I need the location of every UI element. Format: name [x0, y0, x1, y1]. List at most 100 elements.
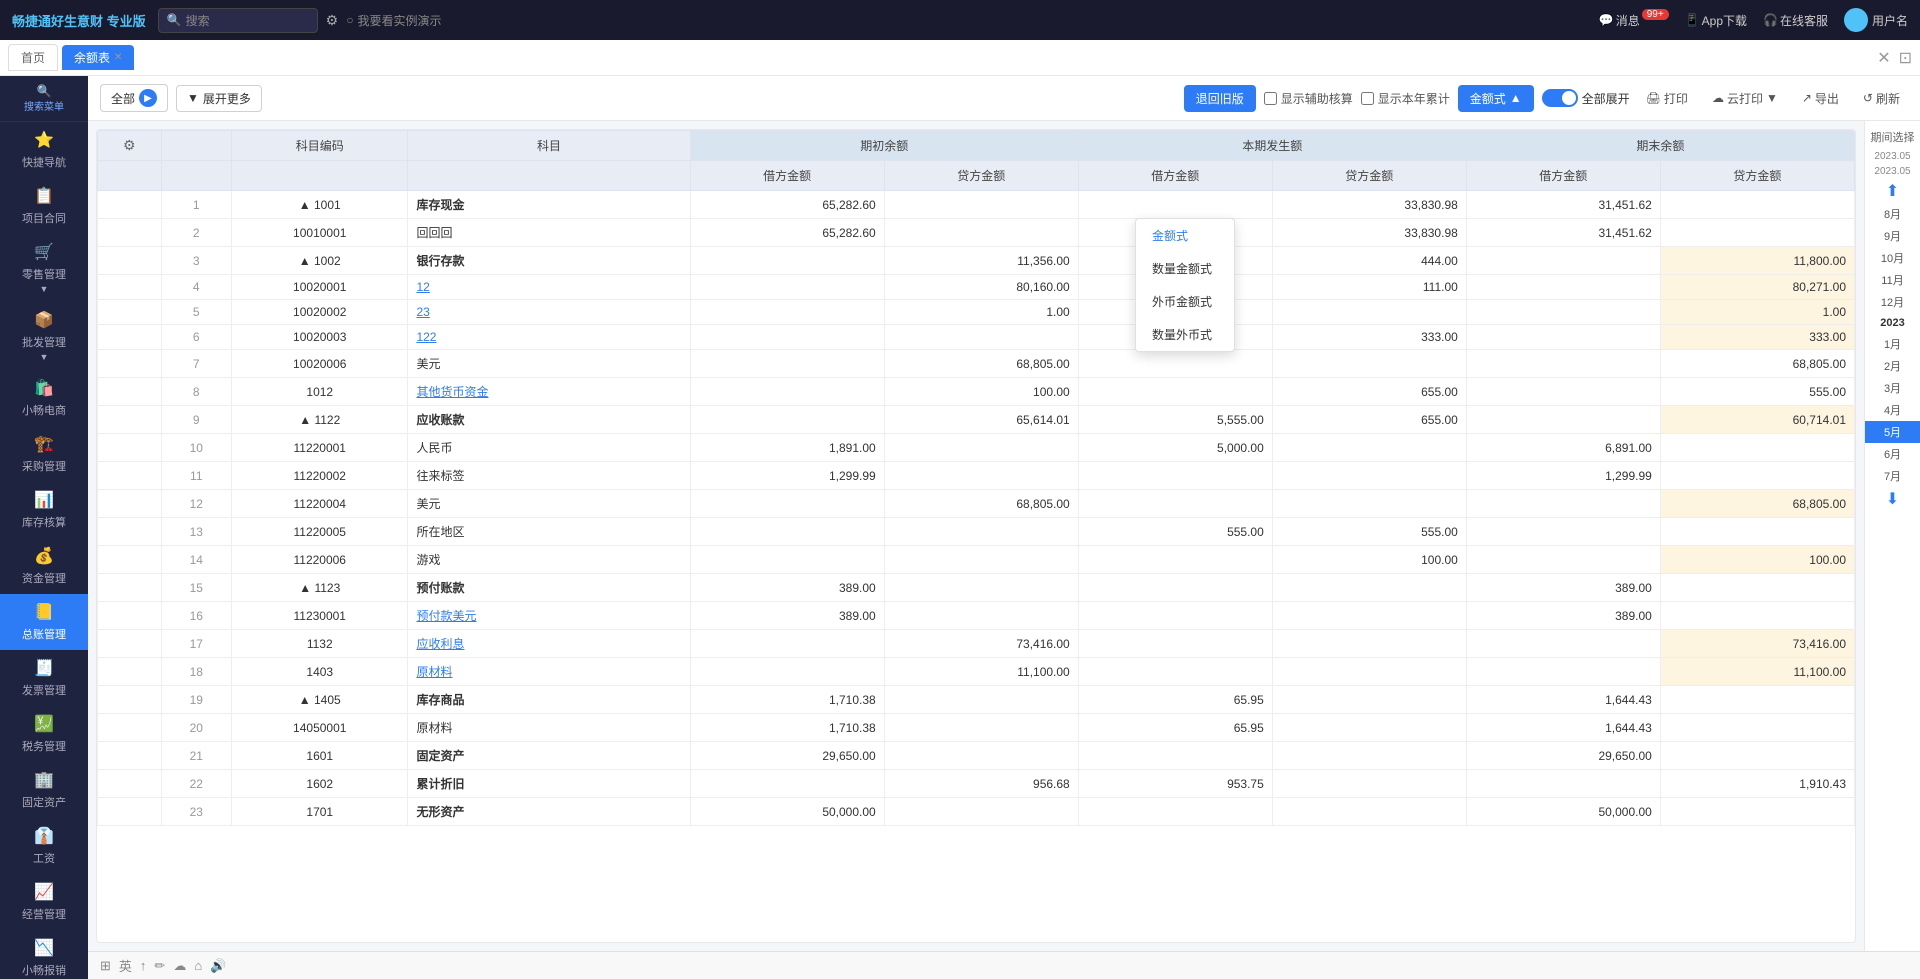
- dropdown-item-foreign-amount[interactable]: 外币金额式: [1136, 285, 1234, 318]
- month-12[interactable]: 12月: [1865, 291, 1920, 313]
- sidebar-search[interactable]: 🔍 搜索菜单: [0, 76, 88, 122]
- message-btn[interactable]: 💬 消息 99+: [1599, 12, 1669, 29]
- sidebar-item-project[interactable]: 📋 项目合同: [0, 178, 88, 234]
- return-old-btn[interactable]: 退回旧版: [1184, 85, 1256, 112]
- home-icon[interactable]: ⌂: [194, 958, 202, 973]
- expand-more-btn[interactable]: ▼ 展开更多: [176, 85, 262, 112]
- online-service-btn[interactable]: 🎧 在线客服: [1763, 12, 1828, 29]
- row-subject-col[interactable]: 应收利息: [408, 630, 690, 658]
- row-subject-col[interactable]: 12: [408, 275, 690, 300]
- toggle-control[interactable]: [1542, 89, 1578, 107]
- tab-close-icon[interactable]: ✕: [114, 52, 122, 63]
- export-btn[interactable]: ↗ 导出: [1794, 86, 1847, 111]
- row-subject-col[interactable]: 预付款美元: [408, 602, 690, 630]
- sidebar-item-quick-nav[interactable]: ⭐ 快捷导航: [0, 122, 88, 178]
- up-icon[interactable]: ↑: [140, 958, 147, 973]
- month-6[interactable]: 6月: [1865, 443, 1920, 465]
- month-2[interactable]: 2月: [1865, 355, 1920, 377]
- cloud2-icon[interactable]: ☁: [173, 958, 186, 974]
- tab-home[interactable]: 首页: [8, 44, 58, 71]
- auxiliary-checkbox-input[interactable]: [1264, 92, 1277, 105]
- expand-all-toggle[interactable]: 全部展开: [1542, 89, 1630, 107]
- sidebar-item-expense[interactable]: 📉 小畅报销: [0, 930, 88, 979]
- month-3[interactable]: 3月: [1865, 377, 1920, 399]
- settings-gear-icon[interactable]: ⚙: [123, 137, 136, 153]
- window-maximize-icon[interactable]: ⊡: [1899, 48, 1912, 68]
- month-1[interactable]: 1月: [1865, 333, 1920, 355]
- sidebar-item-tax[interactable]: 💹 税务管理: [0, 706, 88, 762]
- subject-link[interactable]: 预付款美元: [416, 609, 476, 623]
- show-yearly-checkbox[interactable]: 显示本年累计: [1361, 90, 1450, 107]
- row-settings-col: [98, 798, 162, 826]
- app-download-btn[interactable]: 📱 App下载: [1685, 12, 1747, 29]
- refresh-btn[interactable]: ↺ 刷新: [1855, 86, 1908, 111]
- month-11[interactable]: 11月: [1865, 269, 1920, 291]
- app-logo: 畅捷通好生意财 专业版: [12, 11, 146, 30]
- subject-link[interactable]: 应收利息: [416, 637, 464, 651]
- dropdown-item-amount[interactable]: 金额式: [1136, 219, 1234, 252]
- month-9[interactable]: 9月: [1865, 225, 1920, 247]
- sidebar-item-wholesale[interactable]: 📦 批发管理 ▼: [0, 302, 88, 370]
- sidebar-item-salary[interactable]: 👔 工资: [0, 818, 88, 874]
- sidebar-item-invoice[interactable]: 🧾 发票管理: [0, 650, 88, 706]
- month-10[interactable]: 10月: [1865, 247, 1920, 269]
- username: 用户名: [1872, 12, 1908, 29]
- user-avatar[interactable]: 用户名: [1844, 8, 1908, 32]
- month-7[interactable]: 7月: [1865, 465, 1920, 487]
- row-subject-col[interactable]: 122: [408, 325, 690, 350]
- edit-icon[interactable]: ✏: [154, 958, 165, 974]
- subject-link[interactable]: 原材料: [416, 665, 452, 679]
- all-button[interactable]: 全部 ▶: [100, 84, 168, 112]
- month-4[interactable]: 4月: [1865, 399, 1920, 421]
- row-subject-col[interactable]: 其他货币资金: [408, 378, 690, 406]
- show-auxiliary-checkbox[interactable]: 显示辅助核算: [1264, 90, 1353, 107]
- amount-cell: [690, 546, 884, 574]
- row-subject-col[interactable]: 原材料: [408, 658, 690, 686]
- top-bar: 畅捷通好生意财 专业版 🔍 搜索 ⚙ ○ 我要看实例演示 💬 消息 99+ 📱 …: [0, 0, 1920, 40]
- cloud-print-btn[interactable]: ☁ 云打印 ▼: [1704, 86, 1786, 111]
- sidebar-fixed-assets-label: 固定资产: [22, 794, 66, 810]
- subject-link[interactable]: 12: [416, 280, 429, 294]
- subject-link[interactable]: 23: [416, 305, 429, 319]
- sidebar-item-inventory[interactable]: 📊 库存核算: [0, 482, 88, 538]
- tab-balance[interactable]: 余额表 ✕: [62, 45, 134, 70]
- sound-icon[interactable]: 🔊: [210, 958, 226, 974]
- sidebar-item-purchase[interactable]: 🏗️ 采购管理: [0, 426, 88, 482]
- search-box[interactable]: 🔍 搜索: [158, 8, 318, 33]
- subject-link[interactable]: 其他货币资金: [416, 385, 488, 399]
- lang-icon[interactable]: 英: [119, 956, 132, 975]
- month-5-active[interactable]: 5月: [1865, 421, 1920, 443]
- table-row: 1611230001预付款美元389.00389.00: [98, 602, 1855, 630]
- amount-cell: 5,000.00: [1078, 434, 1272, 462]
- sidebar-item-retail[interactable]: 🛒 零售管理 ▼: [0, 234, 88, 302]
- amount-cell: 389.00: [1466, 602, 1660, 630]
- scroll-up-btn[interactable]: ⬆: [1884, 179, 1901, 203]
- row-subject-col[interactable]: 23: [408, 300, 690, 325]
- amount-type-btn[interactable]: 金额式 ▲: [1458, 85, 1534, 112]
- dropdown-item-quantity-amount[interactable]: 数量金额式: [1136, 252, 1234, 285]
- row-settings-col: [98, 714, 162, 742]
- subject-link[interactable]: 122: [416, 330, 436, 344]
- sidebar-item-ecommerce[interactable]: 🛍️ 小畅电商: [0, 370, 88, 426]
- yearly-checkbox-input[interactable]: [1361, 92, 1374, 105]
- amount-cell: 65,282.60: [690, 191, 884, 219]
- table-row: 1111220002往来标签1,299.991,299.99: [98, 462, 1855, 490]
- amount-cell: [1272, 462, 1466, 490]
- print-btn[interactable]: 🖨 打印: [1638, 86, 1696, 111]
- nav-arrow-icon[interactable]: ▶: [139, 89, 157, 107]
- scroll-down-btn[interactable]: ⬇: [1884, 487, 1901, 511]
- month-8[interactable]: 8月: [1865, 203, 1920, 225]
- dropdown-item-quantity-foreign[interactable]: 数量外币式: [1136, 318, 1234, 351]
- sidebar-item-funds[interactable]: 💰 资金管理: [0, 538, 88, 594]
- sidebar-item-fixed-assets[interactable]: 🏢 固定资产: [0, 762, 88, 818]
- row-subject-col: 往来标签: [408, 462, 690, 490]
- settings-icon[interactable]: ⚙: [326, 12, 339, 29]
- sidebar-item-ledger[interactable]: 📒 总账管理: [0, 594, 88, 650]
- amount-cell: [690, 350, 884, 378]
- sidebar-item-operations[interactable]: 📈 经营管理: [0, 874, 88, 930]
- table-row: 9▲ 1122应收账款65,614.015,555.00655.0060,714…: [98, 406, 1855, 434]
- window-restore-icon[interactable]: ✕: [1877, 48, 1890, 68]
- demo-link[interactable]: ○ 我要看实例演示: [346, 12, 441, 29]
- grid-icon[interactable]: ⊞: [100, 958, 111, 974]
- amount-cell: [1660, 742, 1854, 770]
